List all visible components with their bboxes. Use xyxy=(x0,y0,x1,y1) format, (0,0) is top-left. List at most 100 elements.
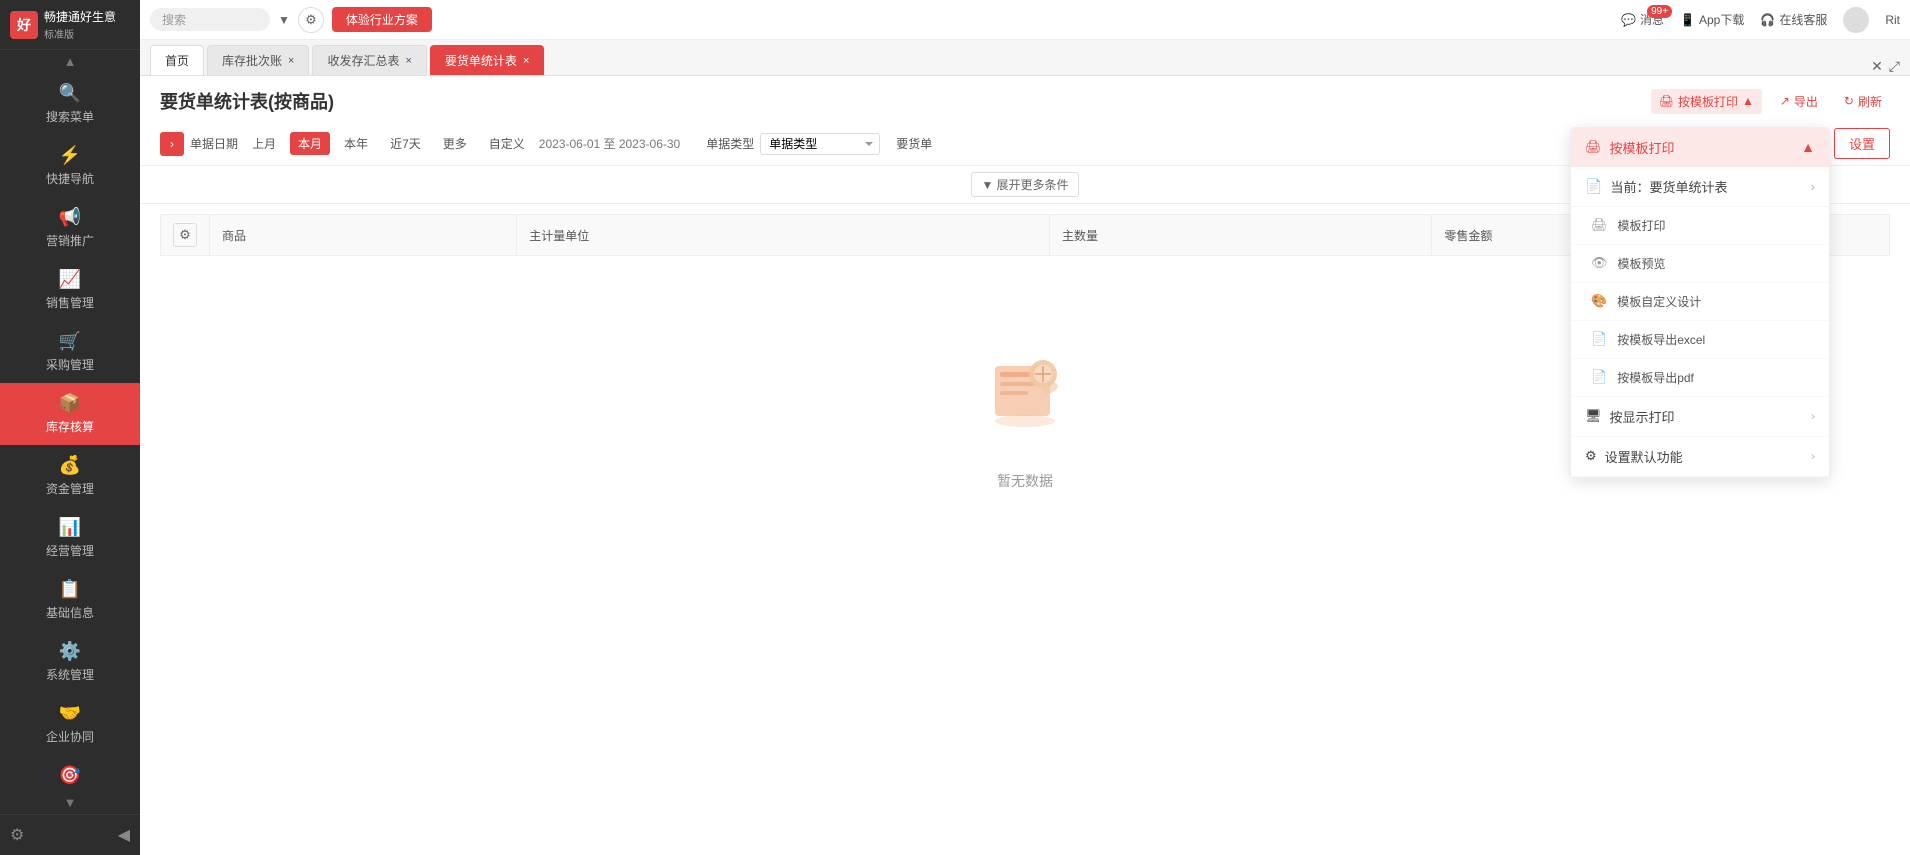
window-close-btn[interactable]: ✕ xyxy=(1871,58,1883,75)
tab-receipt-summary[interactable]: 收发存汇总表 × xyxy=(312,45,426,75)
export-excel-label: 按模板导出excel xyxy=(1617,331,1705,348)
footer-fold-icon[interactable]: ◀ xyxy=(118,825,130,845)
export-pdf-label: 按模板导出pdf xyxy=(1617,369,1694,386)
main-area: 搜索 ▼ ⚙ 体验行业方案 💬 消息 99+ 📱 App下载 🎧 在线客服 Ri… xyxy=(140,0,1910,855)
sidebar-item-inventory[interactable]: 📦库存核算 xyxy=(0,383,140,445)
dropdown-header: 🖨 按模板打印 ▲ xyxy=(1571,128,1829,167)
date-more-btn[interactable]: 更多 xyxy=(435,132,475,155)
sidebar-item-system[interactable]: ⚙️系统管理 xyxy=(0,631,140,693)
sidebar-item-sales[interactable]: 📈销售管理 xyxy=(0,259,140,321)
sidebar-item-search[interactable]: 🔍搜索菜单 xyxy=(0,73,140,135)
expand-more-btn[interactable]: ▼ 展开更多条件 xyxy=(971,172,1080,197)
scroll-up-btn[interactable]: ▲ xyxy=(0,50,140,73)
header-settings-btn[interactable]: ⚙ xyxy=(298,7,324,33)
user-avatar[interactable] xyxy=(1843,7,1869,33)
nav-icon-quick: ⚡ xyxy=(59,145,81,166)
print-dropdown-menu: 🖨 按模板打印 ▲ 📄 当前：要货单统计表 › 🖨 xyxy=(1570,127,1830,478)
refresh-btn[interactable]: ↻ 刷新 xyxy=(1836,89,1890,114)
header-dropdown-btn[interactable]: ▼ xyxy=(278,13,290,27)
dropdown-close-btn[interactable]: ▲ xyxy=(1801,139,1815,155)
nav-label-purchase: 采购管理 xyxy=(46,356,94,373)
tab-order-stats[interactable]: 要货单统计表 × xyxy=(430,45,544,75)
user-name[interactable]: Rit xyxy=(1885,13,1900,27)
page-actions: 🖨 按模板打印 ▲ ↗ 导出 ↻ 刷新 🖨 xyxy=(1651,89,1890,114)
export-pdf-icon: 📄 xyxy=(1591,369,1607,385)
tab-order-stats-label: 要货单统计表 xyxy=(445,52,517,69)
app-badge: 标准版 xyxy=(44,26,116,41)
dropdown-template-custom[interactable]: 🎨 模板自定义设计 xyxy=(1571,283,1829,321)
sidebar-item-guide[interactable]: 🎯新手引导 xyxy=(0,755,140,791)
template-print-label: 模板打印 xyxy=(1618,217,1666,234)
sidebar-item-finance[interactable]: 💰资金管理 xyxy=(0,445,140,507)
date-last-month-btn[interactable]: 上月 xyxy=(244,132,284,155)
app-download-btn[interactable]: 📱 App下载 xyxy=(1680,11,1744,28)
tab-home-label: 首页 xyxy=(165,52,189,69)
tab-inventory-batch-close[interactable]: × xyxy=(288,55,294,67)
nav-label-inventory: 库存核算 xyxy=(46,418,94,435)
sidebar-item-collab[interactable]: 🤝 企业协同 xyxy=(0,693,140,755)
date-this-year-btn[interactable]: 本年 xyxy=(336,132,376,155)
dropdown-export-excel[interactable]: 📄 按模板导出excel xyxy=(1571,321,1829,359)
order-type-label: 单据类型 xyxy=(706,135,754,152)
col-goods-header: 商品 xyxy=(210,215,517,256)
sidebar-item-operation[interactable]: 📊经营管理 xyxy=(0,507,140,569)
online-service-label: 在线客服 xyxy=(1779,11,1827,28)
nav-label-basic: 基础信息 xyxy=(46,604,94,621)
tab-order-stats-close[interactable]: × xyxy=(523,55,529,67)
page-header: 要货单统计表(按商品) 🖨 按模板打印 ▲ ↗ 导出 ↻ 刷新 xyxy=(140,76,1910,122)
refresh-label: 刷新 xyxy=(1858,93,1882,110)
set-default-arrow: › xyxy=(1811,449,1815,463)
date-custom-btn[interactable]: 自定义 xyxy=(481,132,533,155)
export-btn[interactable]: ↗ 导出 xyxy=(1772,89,1826,114)
logo-text-block: 畅捷通好生意 标准版 xyxy=(44,10,116,41)
trial-btn[interactable]: 体验行业方案 xyxy=(332,7,432,32)
nav-icon-purchase: 🛒 xyxy=(59,331,81,352)
tabs-bar: 首页 库存批次账 × 收发存汇总表 × 要货单统计表 × ✕ ⤢ xyxy=(140,40,1910,76)
tab-receipt-summary-label: 收发存汇总表 xyxy=(327,52,399,69)
messages-btn[interactable]: 💬 消息 99+ xyxy=(1621,11,1664,28)
current-item-icon: 📄 xyxy=(1585,178,1602,195)
online-service-btn[interactable]: 🎧 在线客服 xyxy=(1760,11,1827,28)
set-default-label: 设置默认功能 xyxy=(1605,447,1683,466)
nav-label-operation: 经营管理 xyxy=(46,542,94,559)
nav-label-finance: 资金管理 xyxy=(46,480,94,497)
app-download-label: App下载 xyxy=(1699,11,1744,28)
print-btn-label: 按模板打印 xyxy=(1678,93,1738,110)
scroll-down-btn[interactable]: ▼ xyxy=(0,791,140,814)
order-type-select[interactable]: 单据类型 要货单 退货单 xyxy=(760,133,880,155)
tab-inventory-batch[interactable]: 库存批次账 × xyxy=(207,45,309,75)
date-this-month-btn[interactable]: 本月 xyxy=(290,132,330,155)
dropdown-template-preview[interactable]: 👁 模板预览 xyxy=(1571,245,1829,283)
dropdown-export-pdf[interactable]: 📄 按模板导出pdf xyxy=(1571,359,1829,397)
tab-receipt-summary-close[interactable]: × xyxy=(405,55,411,67)
service-icon: 🎧 xyxy=(1760,13,1775,27)
dropdown-display-print[interactable]: 🖥 按显示打印 › xyxy=(1571,397,1829,437)
print-template-btn[interactable]: 🖨 按模板打印 ▲ xyxy=(1651,89,1762,114)
tab-home[interactable]: 首页 xyxy=(150,45,204,75)
sidebar-item-purchase[interactable]: 🛒 采购管理 xyxy=(0,321,140,383)
dropdown-set-default[interactable]: ⚙ 设置默认功能 › xyxy=(1571,437,1829,477)
filter-settings-btn[interactable]: 设置 xyxy=(1834,128,1890,159)
nav-label-sales: 销售管理 xyxy=(46,294,94,311)
nav-icon-system: ⚙️ xyxy=(59,641,81,662)
footer-settings-icon[interactable]: ⚙ xyxy=(10,825,24,845)
date-filter-label: 单据日期 xyxy=(190,135,238,152)
col-settings-header: ⚙ xyxy=(161,215,210,256)
sidebar: 好 畅捷通好生意 标准版 ▲ 🔍搜索菜单⚡快捷导航📢营销推广📈销售管理🛒采购管理… xyxy=(0,0,140,855)
nav-label-collab: 企业协同 xyxy=(46,728,94,745)
dropdown-template-print[interactable]: 🖨 模板打印 xyxy=(1571,207,1829,245)
sidebar-item-quick[interactable]: ⚡快捷导航 xyxy=(0,135,140,197)
nav-icon-basic: 📋 xyxy=(59,579,81,600)
dropdown-current-item[interactable]: 📄 当前：要货单统计表 › xyxy=(1571,167,1829,207)
dropdown-title: 🖨 按模板打印 xyxy=(1585,138,1675,157)
date-7days-btn[interactable]: 近7天 xyxy=(382,132,429,155)
sidebar-item-basic[interactable]: 📋 基础信息 xyxy=(0,569,140,631)
filter-toggle-btn[interactable]: › xyxy=(160,132,184,156)
empty-illustration xyxy=(975,336,1075,455)
nav-icon-collab: 🤝 xyxy=(59,703,81,724)
col-qty-header: 主数量 xyxy=(1049,215,1431,256)
set-default-icon: ⚙ xyxy=(1585,448,1597,464)
sidebar-item-marketing[interactable]: 📢营销推广 xyxy=(0,197,140,259)
col-settings-btn[interactable]: ⚙ xyxy=(173,223,197,247)
window-expand-btn[interactable]: ⤢ xyxy=(1889,58,1900,75)
